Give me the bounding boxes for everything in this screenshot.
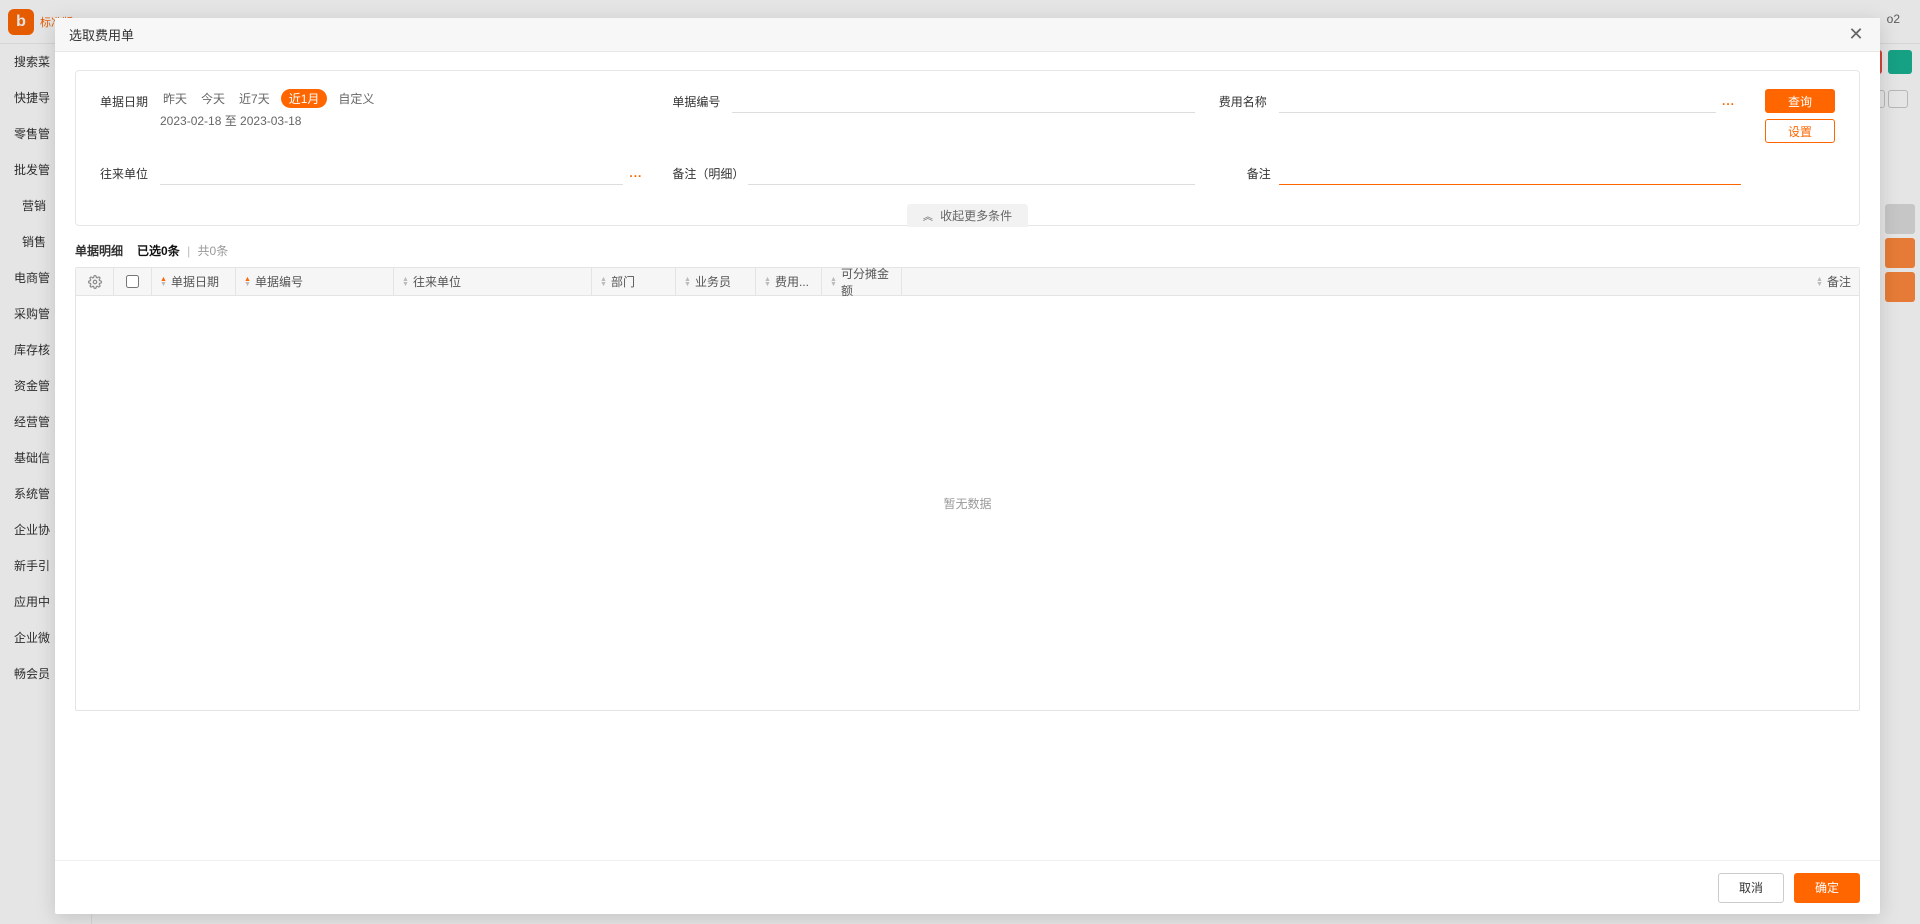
fee-name-picker-icon[interactable]: ... [1716,94,1741,108]
remark-input[interactable] [1279,161,1741,185]
collapse-label: 收起更多条件 [940,209,1012,223]
table-section: 单据明细 已选0条 | 共0条 ▲▼ 单据日期 [75,242,1860,727]
table-selection-info: 已选0条 | 共0条 [137,242,228,259]
select-all-checkbox[interactable] [126,275,139,288]
col-header-dept[interactable]: ▲▼ 部门 [592,268,676,295]
confirm-button[interactable]: 确定 [1794,873,1860,903]
settings-button[interactable]: 设置 [1765,119,1835,143]
date-chip-1m[interactable]: 近1月 [281,89,328,108]
date-range-text: 2023-02-18 至 2023-03-18 [160,112,648,129]
grid-header: ▲▼ 单据日期 ▲▼ 单据编号 ▲▼ 往来单位 ▲▼ 部门 [76,268,1859,296]
chevron-up-icon: ︽ [923,212,933,223]
filter-label-remark-detail: 备注（明细） [672,161,748,182]
party-input[interactable] [160,161,623,185]
modal-header: 选取费用单 ✕ [55,18,1880,52]
date-chip-today[interactable]: 今天 [198,89,228,108]
sort-icon: ▲▼ [684,277,691,287]
grid-body-empty: 暂无数据 [76,296,1859,710]
date-chip-7d[interactable]: 近7天 [236,89,273,108]
col-header-fee[interactable]: ▲▼ 费用... [756,268,822,295]
cancel-button[interactable]: 取消 [1718,873,1784,903]
sort-icon: ▲▼ [402,277,409,287]
col-label: 业务员 [695,273,731,290]
remark-detail-input[interactable] [748,161,1194,185]
table-section-title: 单据明细 [75,242,123,259]
col-header-date[interactable]: ▲▼ 单据日期 [152,268,236,295]
col-header-amount[interactable]: ▲▼ 可分摊金额 [822,268,902,295]
data-grid: ▲▼ 单据日期 ▲▼ 单据编号 ▲▼ 往来单位 ▲▼ 部门 [75,267,1860,711]
sort-icon: ▲▼ [764,277,771,287]
modal-footer: 取消 确定 [55,860,1880,914]
filter-label-date: 单据日期 [100,89,160,110]
col-label: 单据编号 [255,273,303,290]
col-label: 部门 [611,273,635,290]
doc-no-input[interactable] [732,89,1194,113]
filter-panel: 单据日期 昨天 今天 近7天 近1月 自定义 2023-02-18 至 2023… [75,70,1860,226]
sort-icon: ▲▼ [1816,277,1823,287]
date-chip-custom[interactable]: 自定义 [335,89,377,108]
filter-label-party: 往来单位 [100,161,160,182]
sort-icon: ▲▼ [244,277,251,287]
col-label: 往来单位 [413,273,461,290]
gear-icon [88,275,102,289]
select-all-checkbox-cell [114,268,152,295]
column-settings-button[interactable] [76,268,114,295]
select-fee-modal: 选取费用单 ✕ 单据日期 昨天 今天 近7天 近1月 自定义 [55,18,1880,914]
empty-text: 暂无数据 [943,495,991,512]
close-icon[interactable]: ✕ [1846,25,1866,45]
sort-icon: ▲▼ [160,277,167,287]
filter-label-fee-name: 费用名称 [1219,89,1279,110]
date-chip-yesterday[interactable]: 昨天 [160,89,190,108]
collapse-filters-button[interactable]: ︽ 收起更多条件 [907,204,1028,227]
table-section-header: 单据明细 已选0条 | 共0条 [75,242,1860,259]
col-label: 可分摊金额 [841,265,893,299]
col-label: 费用... [775,273,809,290]
grid-horizontal-scrollbar[interactable] [75,711,1860,727]
fee-name-input[interactable] [1279,89,1716,113]
col-header-no[interactable]: ▲▼ 单据编号 [236,268,394,295]
party-picker-icon[interactable]: ... [623,166,648,180]
col-header-unit[interactable]: ▲▼ 往来单位 [394,268,592,295]
query-button[interactable]: 查询 [1765,89,1835,113]
col-header-remark[interactable]: ▲▼ 备注 [902,268,1859,295]
modal-title: 选取费用单 [69,25,134,44]
col-header-staff[interactable]: ▲▼ 业务员 [676,268,756,295]
filter-label-docno: 单据编号 [672,89,732,110]
col-label: 备注 [1827,273,1851,290]
sort-icon: ▲▼ [830,277,837,287]
sort-icon: ▲▼ [600,277,607,287]
date-quick-picks: 昨天 今天 近7天 近1月 自定义 [160,89,648,108]
col-label: 单据日期 [171,273,219,290]
modal-body: 单据日期 昨天 今天 近7天 近1月 自定义 2023-02-18 至 2023… [55,52,1880,860]
filter-label-remark: 备注 [1219,161,1279,182]
